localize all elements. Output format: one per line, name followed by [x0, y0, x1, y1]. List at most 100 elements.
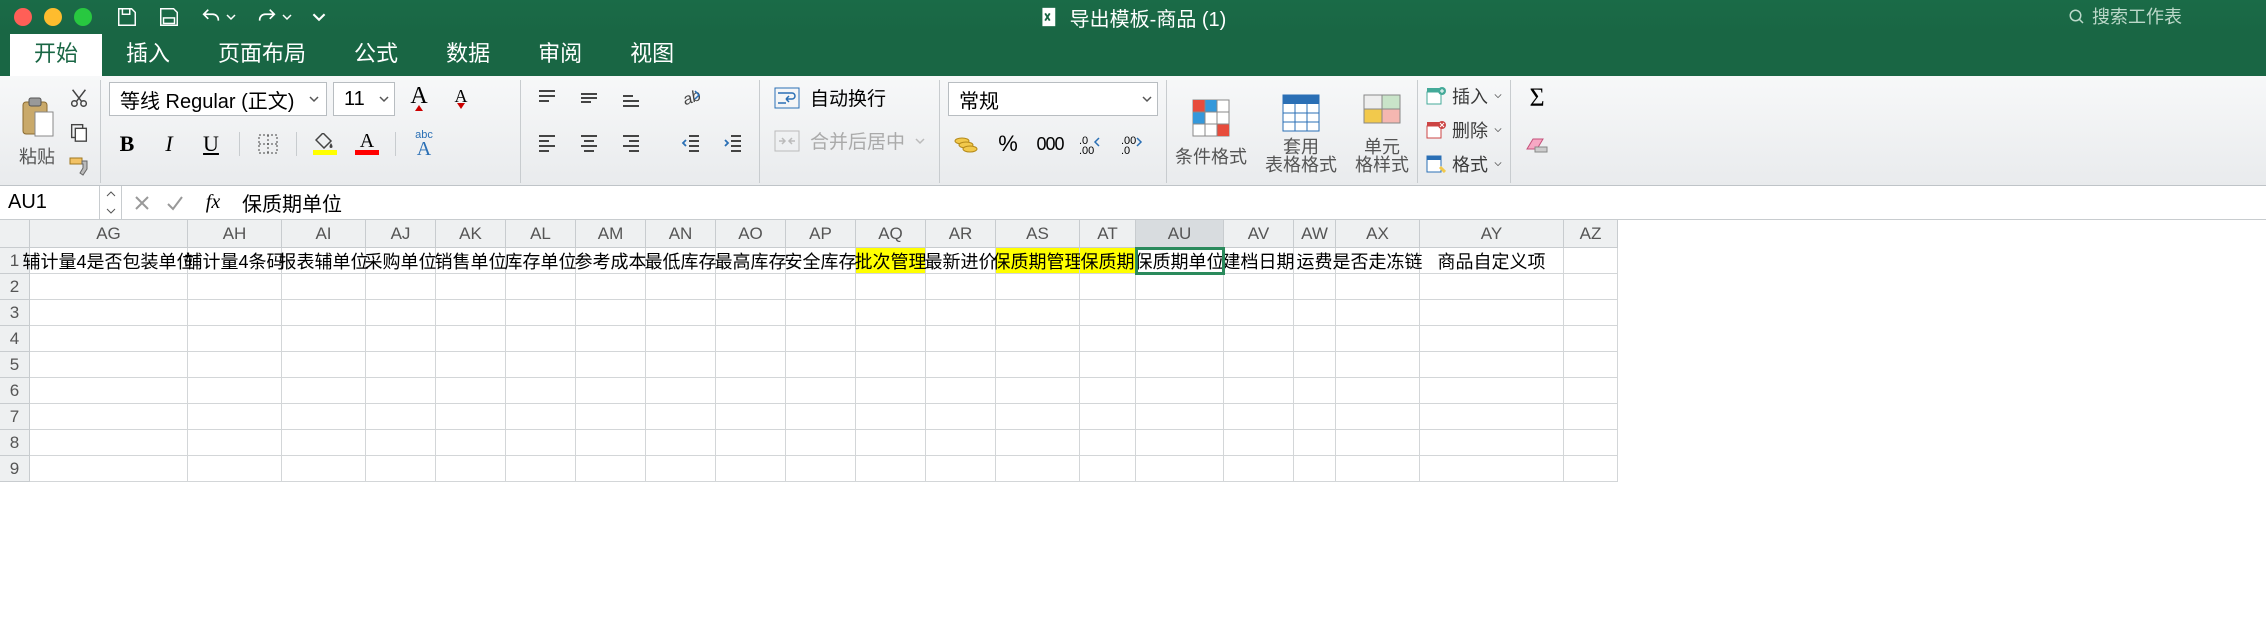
- cell[interactable]: [1336, 378, 1420, 404]
- align-left-button[interactable]: [529, 126, 565, 158]
- cell[interactable]: [1136, 378, 1224, 404]
- number-format-select[interactable]: 常规: [948, 82, 1158, 116]
- cell[interactable]: [1564, 274, 1618, 300]
- cell[interactable]: [506, 378, 576, 404]
- column-header[interactable]: AR: [926, 220, 996, 248]
- cell[interactable]: [188, 404, 282, 430]
- cell[interactable]: [1336, 326, 1420, 352]
- cell[interactable]: [1080, 404, 1136, 430]
- autosum-button[interactable]: Σ: [1519, 82, 1555, 114]
- search-input[interactable]: [2092, 7, 2252, 28]
- undo-button[interactable]: [200, 6, 236, 28]
- decrease-decimal-button[interactable]: .00.0: [1116, 128, 1152, 160]
- redo-button[interactable]: [256, 6, 292, 28]
- font-name-select[interactable]: 等线 Regular (正文): [109, 82, 327, 116]
- cell[interactable]: [1564, 248, 1618, 274]
- cell[interactable]: [1136, 300, 1224, 326]
- column-header[interactable]: AJ: [366, 220, 436, 248]
- cell[interactable]: [1136, 430, 1224, 456]
- cell[interactable]: [1080, 352, 1136, 378]
- cell[interactable]: [646, 430, 716, 456]
- cell[interactable]: [1420, 430, 1564, 456]
- cell[interactable]: [1080, 378, 1136, 404]
- delete-cells-button[interactable]: 删除: [1426, 116, 1502, 144]
- column-header[interactable]: AQ: [856, 220, 926, 248]
- cell[interactable]: 批次管理: [856, 248, 926, 274]
- tab-formulas[interactable]: 公式: [330, 28, 422, 76]
- cell[interactable]: [366, 404, 436, 430]
- cell[interactable]: [926, 352, 996, 378]
- paste-button[interactable]: 粘贴: [14, 95, 60, 169]
- column-header[interactable]: AG: [30, 220, 188, 248]
- cell[interactable]: [282, 300, 366, 326]
- cell[interactable]: 商品自定义项: [1420, 248, 1564, 274]
- cell[interactable]: [366, 430, 436, 456]
- cell[interactable]: [1564, 430, 1618, 456]
- increase-decimal-button[interactable]: .0.00: [1074, 128, 1110, 160]
- cell[interactable]: [1564, 378, 1618, 404]
- cell[interactable]: [576, 326, 646, 352]
- cell[interactable]: [856, 430, 926, 456]
- cell[interactable]: [1136, 352, 1224, 378]
- cell[interactable]: [1080, 274, 1136, 300]
- cell[interactable]: [1420, 300, 1564, 326]
- cell[interactable]: [926, 378, 996, 404]
- column-header[interactable]: AZ: [1564, 220, 1618, 248]
- column-header[interactable]: AI: [282, 220, 366, 248]
- cell[interactable]: [996, 300, 1080, 326]
- cell[interactable]: 保质期管理: [996, 248, 1080, 274]
- select-all-corner[interactable]: [0, 220, 30, 248]
- tab-home[interactable]: 开始: [10, 28, 102, 76]
- name-box-spin[interactable]: [100, 186, 122, 219]
- cell[interactable]: [926, 456, 996, 482]
- column-header[interactable]: AW: [1294, 220, 1336, 248]
- cell[interactable]: [282, 430, 366, 456]
- cell[interactable]: [1336, 300, 1420, 326]
- cell[interactable]: [436, 456, 506, 482]
- cell[interactable]: [506, 404, 576, 430]
- cell[interactable]: [436, 300, 506, 326]
- cell[interactable]: 最高库存: [716, 248, 786, 274]
- cell[interactable]: [1564, 300, 1618, 326]
- row-header[interactable]: 4: [0, 326, 30, 352]
- close-window[interactable]: [14, 8, 32, 26]
- shrink-font-button[interactable]: A: [443, 83, 479, 115]
- cell[interactable]: [646, 456, 716, 482]
- cell[interactable]: [716, 404, 786, 430]
- cell[interactable]: [996, 404, 1080, 430]
- cell[interactable]: [188, 430, 282, 456]
- cell[interactable]: 保质期: [1080, 248, 1136, 274]
- cell[interactable]: [30, 456, 188, 482]
- cell[interactable]: [506, 326, 576, 352]
- cell[interactable]: [646, 300, 716, 326]
- column-header[interactable]: AL: [506, 220, 576, 248]
- cell[interactable]: 是否走冻链: [1336, 248, 1420, 274]
- cell[interactable]: [786, 352, 856, 378]
- cell[interactable]: [282, 326, 366, 352]
- font-color-button[interactable]: A: [349, 128, 385, 160]
- cell[interactable]: [646, 378, 716, 404]
- cell[interactable]: [506, 274, 576, 300]
- cell[interactable]: [576, 456, 646, 482]
- row-header[interactable]: 3: [0, 300, 30, 326]
- cell[interactable]: [1080, 300, 1136, 326]
- cell[interactable]: [1336, 274, 1420, 300]
- column-header[interactable]: AN: [646, 220, 716, 248]
- cell[interactable]: [282, 274, 366, 300]
- cell[interactable]: 辅计量4是否包装单位: [30, 248, 188, 274]
- cell[interactable]: 销售单位: [436, 248, 506, 274]
- italic-button[interactable]: I: [151, 128, 187, 160]
- cell[interactable]: [366, 352, 436, 378]
- cell[interactable]: [856, 326, 926, 352]
- cell[interactable]: [1224, 326, 1294, 352]
- cell[interactable]: [576, 378, 646, 404]
- increase-indent-button[interactable]: [715, 126, 751, 158]
- cell[interactable]: [1136, 274, 1224, 300]
- cell[interactable]: [188, 326, 282, 352]
- tab-review[interactable]: 审阅: [514, 28, 606, 76]
- cell[interactable]: [786, 404, 856, 430]
- cell[interactable]: [436, 326, 506, 352]
- cell[interactable]: [1564, 352, 1618, 378]
- cell[interactable]: [30, 404, 188, 430]
- column-header[interactable]: AO: [716, 220, 786, 248]
